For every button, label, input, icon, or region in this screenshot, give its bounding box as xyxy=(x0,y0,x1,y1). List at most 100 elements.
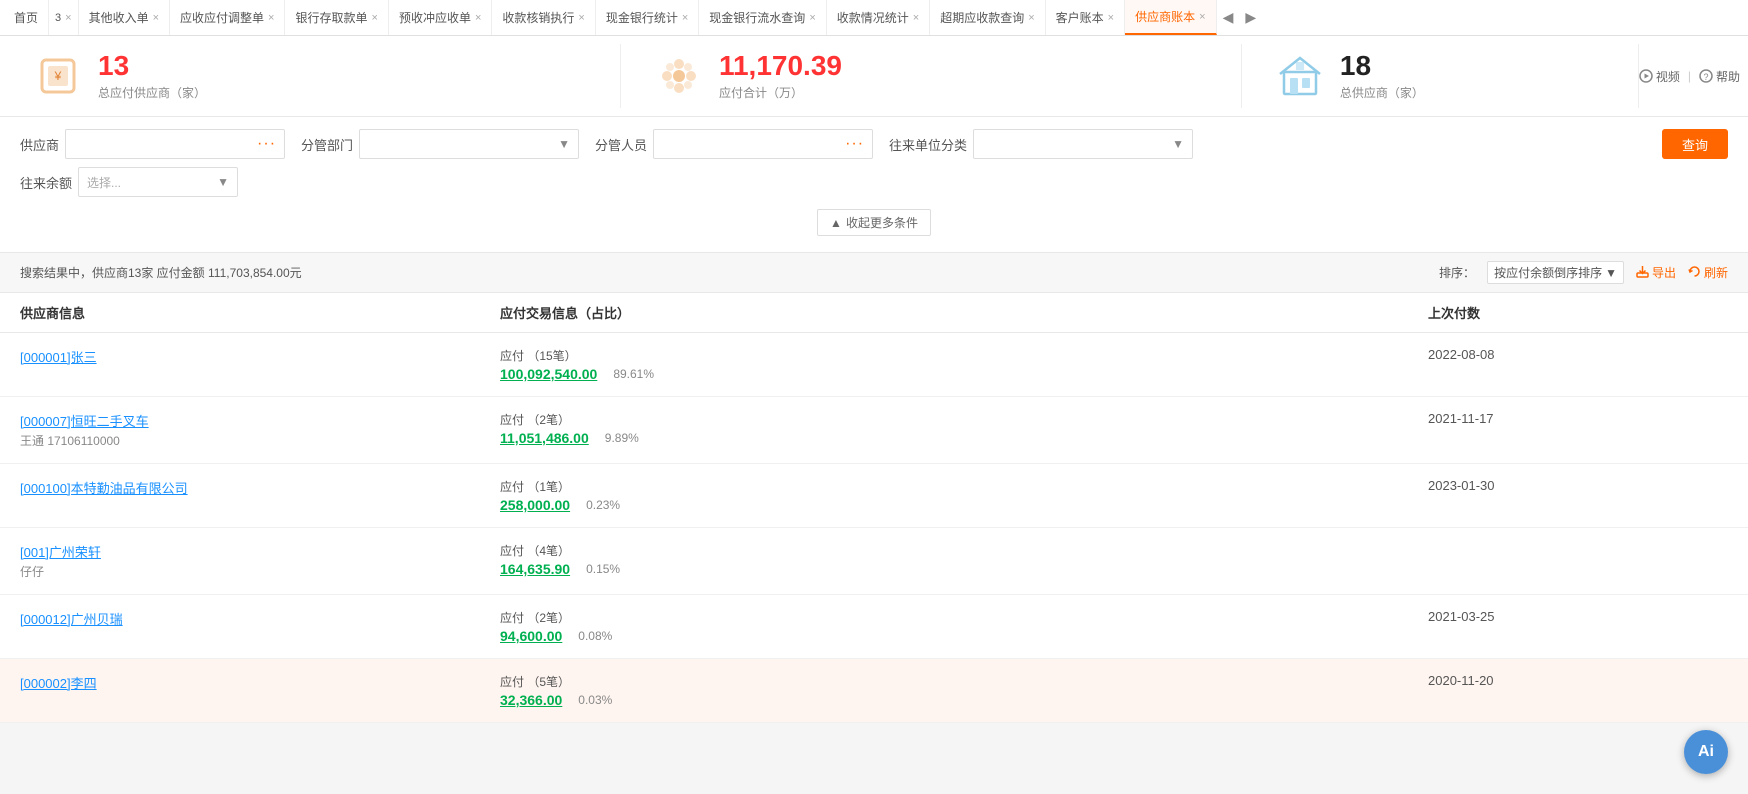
refresh-icon xyxy=(1688,265,1701,281)
stat-payable-suppliers: ¥ 13 总应付供应商（家） xyxy=(0,44,621,108)
col-supplier-info: 供应商信息 xyxy=(20,303,500,322)
table-header: 供应商信息 应付交易信息（占比） 上次付数 xyxy=(0,293,1748,333)
filter-category: 往来单位分类 ▼ xyxy=(889,129,1193,159)
col-transaction-info: 应付交易信息（占比） xyxy=(500,303,1428,322)
supplier-link[interactable]: [000100]本特勤油品有限公司 xyxy=(20,481,188,496)
filter-row-2: 往来余额 选择... ▼ xyxy=(20,167,1728,197)
filter-supplier: 供应商 ··· xyxy=(20,129,285,159)
person-input[interactable]: ··· xyxy=(653,129,873,159)
close-icon[interactable]: × xyxy=(578,12,584,24)
nav-tab-bank-deposit[interactable]: 银行存取款单 × xyxy=(285,0,388,35)
supplier-cell: [000100]本特勤油品有限公司 xyxy=(20,478,500,497)
trans-amount-link[interactable]: 94,600.00 xyxy=(500,628,562,644)
table-row: [000007]恒旺二手叉车 王通 17106110000 应付 （2笔） 11… xyxy=(0,397,1748,464)
export-icon xyxy=(1636,265,1649,281)
filter-area: 供应商 ··· 分管部门 ▼ 分管人员 ··· 往来单位分类 xyxy=(0,117,1748,253)
supplier-link[interactable]: [000001]张三 xyxy=(20,350,97,365)
svg-text:¥: ¥ xyxy=(54,69,62,83)
transaction-cell: 应付 （15笔） 100,092,540.00 89.61% xyxy=(500,347,1428,382)
nav-tab-overdue-ar[interactable]: 超期应收款查询 × xyxy=(930,0,1045,35)
total-suppliers-count: 18 xyxy=(1340,52,1424,80)
results-bar: 搜索结果中，供应商13家 应付金额 111,703,854.00元 排序： 按应… xyxy=(0,253,1748,293)
supplier-cell: [000012]广州贝瑞 xyxy=(20,609,500,628)
nav-tab-cash-flow-query[interactable]: 现金银行流水查询 × xyxy=(699,0,826,35)
sort-select[interactable]: 按应付余额倒序排序 ▼ xyxy=(1487,261,1624,284)
nav-tab-supplier-ledger[interactable]: 供应商账本 × xyxy=(1125,0,1216,35)
help-area: 视频 | ? 帮助 xyxy=(1639,44,1748,108)
refresh-button[interactable]: 刷新 xyxy=(1688,264,1728,281)
close-icon[interactable]: × xyxy=(268,12,274,24)
payable-amount-number: 11,170.39 xyxy=(719,52,842,80)
video-circle-icon: 视频 xyxy=(1639,68,1680,85)
nav-tab-3[interactable]: 3 × xyxy=(49,0,79,35)
nav-tab-cash-bank-stat[interactable]: 现金银行统计 × xyxy=(596,0,699,35)
transaction-cell: 应付 （5笔） 32,366.00 0.03% xyxy=(500,673,1428,708)
stat-icon-flower xyxy=(651,48,707,104)
filter-person: 分管人员 ··· xyxy=(595,129,873,159)
trans-amount-link[interactable]: 164,635.90 xyxy=(500,561,570,577)
filter-row-1: 供应商 ··· 分管部门 ▼ 分管人员 ··· 往来单位分类 xyxy=(20,129,1728,159)
filter-collapse-row: ▲ 收起更多条件 xyxy=(20,205,1728,240)
nav-tab-receipt-stat[interactable]: 收款情况统计 × xyxy=(827,0,930,35)
trans-amount-link[interactable]: 100,092,540.00 xyxy=(500,366,597,382)
table-row: [000002]李四 应付 （5笔） 32,366.00 0.03% 2020-… xyxy=(0,659,1748,723)
top-nav: 首页 3 × 其他收入单 × 应收应付调整单 × 银行存取款单 × 预收冲应收单… xyxy=(0,0,1748,36)
nav-tab-prepay-offset[interactable]: 预收冲应收单 × xyxy=(389,0,492,35)
table-row: [001]广州荣轩 仔仔 应付 （4笔） 164,635.90 0.15% xyxy=(0,528,1748,595)
data-table: 供应商信息 应付交易信息（占比） 上次付数 [000001]张三 应付 （15笔… xyxy=(0,293,1748,723)
supplier-link[interactable]: [000007]恒旺二手叉车 xyxy=(20,414,149,429)
nav-prev-arrow[interactable]: ◀ xyxy=(1217,9,1240,26)
transaction-cell: 应付 （2笔） 11,051,486.00 9.89% xyxy=(500,411,1428,446)
nav-tab-payment-exec[interactable]: 收款核销执行 × xyxy=(492,0,595,35)
close-icon[interactable]: × xyxy=(65,12,71,24)
help-circle-icon: ? 帮助 xyxy=(1699,68,1740,85)
nav-tab-ar-ap-adjust[interactable]: 应收应付调整单 × xyxy=(170,0,285,35)
nav-next-arrow[interactable]: ▶ xyxy=(1239,9,1262,26)
col-last-pay: 上次付数 xyxy=(1428,303,1728,322)
ai-badge[interactable]: Ai xyxy=(1684,730,1728,774)
table-row: [000001]张三 应付 （15笔） 100,092,540.00 89.61… xyxy=(0,333,1748,397)
close-icon[interactable]: × xyxy=(372,12,378,24)
supplier-link[interactable]: [000012]广州贝瑞 xyxy=(20,612,123,627)
close-icon[interactable]: × xyxy=(1108,12,1114,24)
nav-tab-home[interactable]: 首页 xyxy=(4,0,49,35)
stat-icon-store xyxy=(1272,48,1328,104)
dept-select[interactable]: ▼ xyxy=(359,129,579,159)
last-pay-cell: 2021-11-17 xyxy=(1428,411,1728,426)
balance-select[interactable]: 选择... ▼ xyxy=(78,167,238,197)
close-icon[interactable]: × xyxy=(475,12,481,24)
transaction-cell: 应付 （1笔） 258,000.00 0.23% xyxy=(500,478,1428,513)
supplier-cell: [000007]恒旺二手叉车 王通 17106110000 xyxy=(20,411,500,449)
trans-amount-link[interactable]: 11,051,486.00 xyxy=(500,430,589,446)
collapse-button[interactable]: ▲ 收起更多条件 xyxy=(817,209,931,236)
nav-tab-other-income[interactable]: 其他收入单 × xyxy=(79,0,170,35)
trans-amount-link[interactable]: 258,000.00 xyxy=(500,497,570,513)
category-select[interactable]: ▼ xyxy=(973,129,1193,159)
supplier-link[interactable]: [000002]李四 xyxy=(20,676,97,691)
close-icon[interactable]: × xyxy=(682,12,688,24)
trans-amount-link[interactable]: 32,366.00 xyxy=(500,692,562,708)
close-icon[interactable]: × xyxy=(809,12,815,24)
close-icon[interactable]: × xyxy=(913,12,919,24)
last-pay-cell: 2020-11-20 xyxy=(1428,673,1728,688)
nav-tab-customer-ledger[interactable]: 客户账本 × xyxy=(1046,0,1125,35)
close-icon[interactable]: × xyxy=(1199,11,1205,23)
export-button[interactable]: 导出 xyxy=(1636,264,1676,281)
close-icon[interactable]: × xyxy=(153,12,159,24)
last-pay-cell: 2021-03-25 xyxy=(1428,609,1728,624)
supplier-link[interactable]: [001]广州荣轩 xyxy=(20,545,101,560)
close-icon[interactable]: × xyxy=(1028,12,1034,24)
payable-suppliers-label: 总应付供应商（家） xyxy=(98,84,206,101)
last-pay-cell: 2022-08-08 xyxy=(1428,347,1728,362)
filter-balance: 往来余额 选择... ▼ xyxy=(20,167,238,197)
transaction-cell: 应付 （4笔） 164,635.90 0.15% xyxy=(500,542,1428,577)
stat-payable-amount: 11,170.39 应付合计（万） xyxy=(621,44,1242,108)
stat-total-suppliers: 18 总供应商（家） xyxy=(1242,44,1639,108)
results-summary: 搜索结果中，供应商13家 应付金额 111,703,854.00元 xyxy=(20,264,302,281)
payable-amount-label: 应付合计（万） xyxy=(719,84,842,101)
total-suppliers-label: 总供应商（家） xyxy=(1340,84,1424,101)
results-actions: 排序： 按应付余额倒序排序 ▼ 导出 刷新 xyxy=(1439,261,1728,284)
supplier-input[interactable]: ··· xyxy=(65,129,285,159)
query-button[interactable]: 查询 xyxy=(1662,129,1728,159)
payable-suppliers-count: 13 xyxy=(98,52,206,80)
